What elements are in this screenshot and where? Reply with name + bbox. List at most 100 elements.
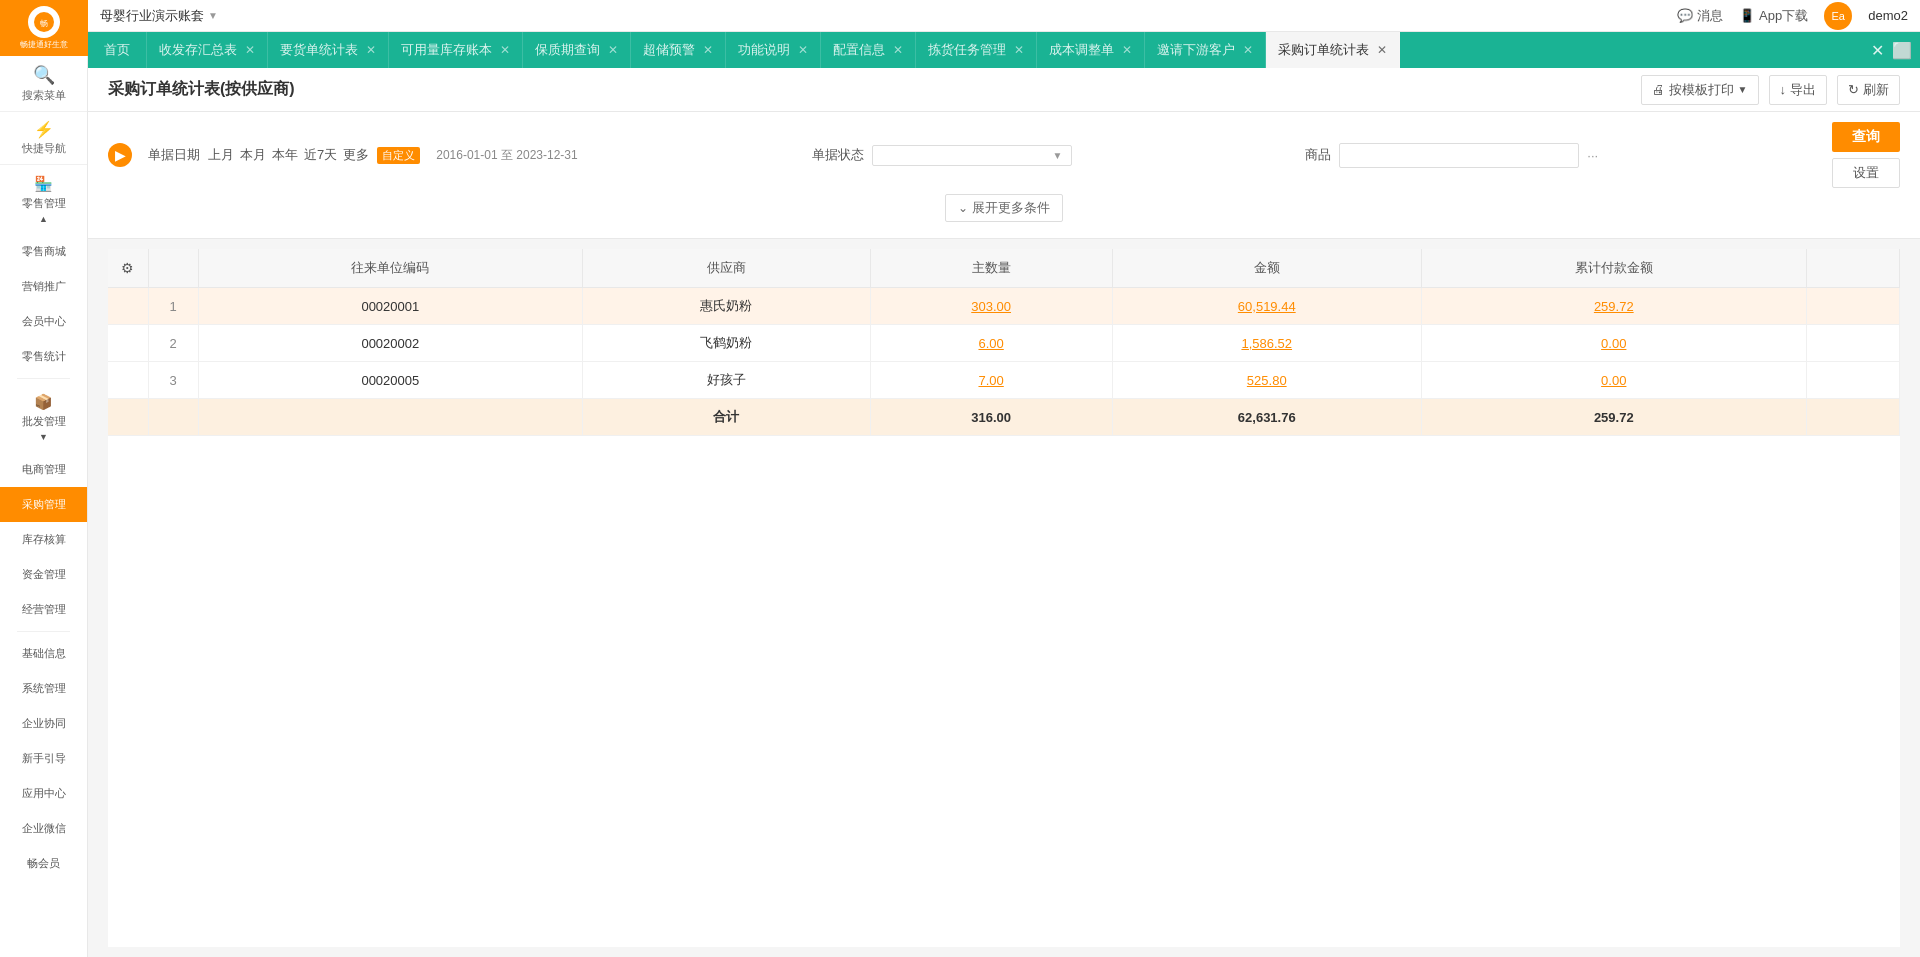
tab-peizhi[interactable]: 配置信息 ✕ xyxy=(821,32,916,68)
sidebar-item-wechat[interactable]: 企业微信 xyxy=(0,811,87,846)
row1-extra xyxy=(1806,288,1899,325)
tab-baozhiqi-close[interactable]: ✕ xyxy=(608,43,618,57)
footer-extra xyxy=(1806,399,1899,436)
app-logo[interactable]: 畅 畅捷通好生意 xyxy=(0,0,88,56)
filter-toggle-btn[interactable]: ▶ xyxy=(108,143,132,167)
sidebar-item-appcenter[interactable]: 应用中心 xyxy=(0,776,87,811)
sidebar-wholesale-label: 批发管理 xyxy=(22,414,66,429)
row2-code: 00020002 xyxy=(198,325,583,362)
th-code: 往来单位编码 xyxy=(198,249,583,288)
app-download-btn[interactable]: 📱 App下载 xyxy=(1739,7,1808,25)
goods-input[interactable] xyxy=(1339,143,1579,168)
sidebar-item-operation[interactable]: 经营管理 xyxy=(0,592,87,627)
sidebar-item-retail[interactable]: 🏪 零售管理 ▲ xyxy=(0,165,87,234)
sidebar-item-vip[interactable]: 畅会员 xyxy=(0,846,87,881)
row1-quantity[interactable]: 303.00 xyxy=(870,288,1112,325)
refresh-btn[interactable]: ↻ 刷新 xyxy=(1837,75,1900,105)
row2-quantity[interactable]: 6.00 xyxy=(870,325,1112,362)
page-title: 采购订单统计表(按供应商) xyxy=(108,79,295,100)
th-settings: ⚙ xyxy=(108,249,148,288)
gear-icon[interactable]: ⚙ xyxy=(121,260,134,276)
template-print-btn[interactable]: 🖨 按模板打印 ▼ xyxy=(1641,75,1759,105)
main-area: 母婴行业演示账套 ▼ 💬 消息 📱 App下载 Ea demo2 首页 收发存汇… xyxy=(88,0,1920,957)
sidebar-item-retailstats[interactable]: 零售统计 xyxy=(0,339,87,374)
top-bar: 母婴行业演示账套 ▼ 💬 消息 📱 App下载 Ea demo2 xyxy=(88,0,1920,32)
tab-baozhiqi[interactable]: 保质期查询 ✕ xyxy=(523,32,631,68)
tab-maximize-btn[interactable]: ⬜ xyxy=(1892,41,1912,60)
tab-chenbendiaozheng-close[interactable]: ✕ xyxy=(1122,43,1132,57)
tab-yaohuo[interactable]: 要货单统计表 ✕ xyxy=(268,32,389,68)
sidebar-item-collab[interactable]: 企业协同 xyxy=(0,706,87,741)
row3-quantity[interactable]: 7.00 xyxy=(870,362,1112,399)
row3-paid[interactable]: 0.00 xyxy=(1421,362,1806,399)
row2-paid[interactable]: 0.00 xyxy=(1421,325,1806,362)
shortcut-7days[interactable]: 近7天 xyxy=(304,146,337,164)
tab-peizhi-close[interactable]: ✕ xyxy=(893,43,903,57)
tab-paihuorenwu-close[interactable]: ✕ xyxy=(1014,43,1024,57)
th-paid: 累计付款金额 xyxy=(1421,249,1806,288)
account-dropdown[interactable]: 母婴行业演示账套 ▼ xyxy=(100,7,1669,25)
sidebar-item-member[interactable]: 会员中心 xyxy=(0,304,87,339)
status-select[interactable]: ▼ xyxy=(872,145,1072,166)
sidebar-item-system[interactable]: 系统管理 xyxy=(0,671,87,706)
message-btn[interactable]: 💬 消息 xyxy=(1677,7,1723,25)
filter-row-1: ▶ 单据日期 上月 本月 本年 近7天 更多 自定义 2016-01-01 至 … xyxy=(108,122,1900,188)
sidebar-system-label: 系统管理 xyxy=(22,681,66,696)
sidebar-quicknav[interactable]: ⚡ 快捷导航 xyxy=(0,112,87,165)
sidebar-item-inventory[interactable]: 库存核算 xyxy=(0,522,87,557)
sidebar-item-ecommerce[interactable]: 电商管理 xyxy=(0,452,87,487)
tab-chaochuyujing[interactable]: 超储预警 ✕ xyxy=(631,32,726,68)
sidebar-search[interactable]: 🔍 搜索菜单 xyxy=(0,56,87,112)
row1-amount[interactable]: 60,519.44 xyxy=(1112,288,1421,325)
tab-keyongliang[interactable]: 可用量库存账本 ✕ xyxy=(389,32,523,68)
sidebar-item-newbie[interactable]: 新手引导 xyxy=(0,741,87,776)
row1-paid[interactable]: 259.72 xyxy=(1421,288,1806,325)
row2-amount[interactable]: 1,586.52 xyxy=(1112,325,1421,362)
goods-input-more[interactable]: ··· xyxy=(1587,148,1598,163)
shortcut-this-year[interactable]: 本年 xyxy=(272,146,298,164)
sidebar-item-marketing[interactable]: 营销推广 xyxy=(0,269,87,304)
row2-index: 2 xyxy=(148,325,198,362)
row1-code: 00020001 xyxy=(198,288,583,325)
sidebar-item-finance[interactable]: 资金管理 xyxy=(0,557,87,592)
row3-amount[interactable]: 525.80 xyxy=(1112,362,1421,399)
tab-gongnengshuo-close[interactable]: ✕ xyxy=(798,43,808,57)
shortcut-more[interactable]: 更多 xyxy=(343,146,369,164)
tab-home[interactable]: 首页 xyxy=(88,32,147,68)
tab-caigoudinghuan-close[interactable]: ✕ xyxy=(1377,43,1387,57)
sidebar-item-basic[interactable]: 基础信息 xyxy=(0,636,87,671)
user-name[interactable]: demo2 xyxy=(1868,8,1908,23)
shortcut-this-month[interactable]: 本月 xyxy=(240,146,266,164)
sidebar-item-purchase[interactable]: 采购管理 xyxy=(0,487,87,522)
tab-paihuorenwu[interactable]: 拣货任务管理 ✕ xyxy=(916,32,1037,68)
tab-yaoqingxiayou-close[interactable]: ✕ xyxy=(1243,43,1253,57)
tab-caigoudinghuan[interactable]: 采购订单统计表 ✕ xyxy=(1266,32,1400,68)
tab-yaohuo-close[interactable]: ✕ xyxy=(366,43,376,57)
tab-shoufahuizong-close[interactable]: ✕ xyxy=(245,43,255,57)
sidebar-retail-label: 零售管理 xyxy=(22,196,66,211)
export-btn[interactable]: ↓ 导出 xyxy=(1769,75,1828,105)
footer-settings xyxy=(108,399,148,436)
tab-close-all-btn[interactable]: ✕ xyxy=(1871,41,1884,60)
custom-badge[interactable]: 自定义 xyxy=(377,147,420,164)
settings-btn[interactable]: 设置 xyxy=(1832,158,1900,188)
sidebar-item-retailshop[interactable]: 零售商城 xyxy=(0,234,87,269)
query-btn[interactable]: 查询 xyxy=(1832,122,1900,152)
row1-supplier: 惠氏奶粉 xyxy=(583,288,871,325)
sidebar-item-wholesale[interactable]: 📦 批发管理 ▼ xyxy=(0,383,87,452)
tab-chenbendiaozheng[interactable]: 成本调整单 ✕ xyxy=(1037,32,1145,68)
sidebar-inventory-label: 库存核算 xyxy=(22,532,66,547)
tab-keyongliang-close[interactable]: ✕ xyxy=(500,43,510,57)
tab-gongnengshuo[interactable]: 功能说明 ✕ xyxy=(726,32,821,68)
user-avatar[interactable]: Ea xyxy=(1824,2,1852,30)
tab-chaochuyujing-label: 超储预警 xyxy=(643,41,695,59)
tab-chaochuyujing-close[interactable]: ✕ xyxy=(703,43,713,57)
tab-yaoqingxiayou[interactable]: 邀请下游客户 ✕ xyxy=(1145,32,1266,68)
shortcut-last-month[interactable]: 上月 xyxy=(208,146,234,164)
tab-shoufahuizong[interactable]: 收发存汇总表 ✕ xyxy=(147,32,268,68)
print-icon: 🖨 xyxy=(1652,82,1665,97)
tab-home-label: 首页 xyxy=(104,41,130,59)
tab-gongnengshuo-label: 功能说明 xyxy=(738,41,790,59)
expand-more-btn[interactable]: ⌄ 展开更多条件 xyxy=(945,194,1063,222)
logo-circle: 畅 xyxy=(28,6,60,38)
